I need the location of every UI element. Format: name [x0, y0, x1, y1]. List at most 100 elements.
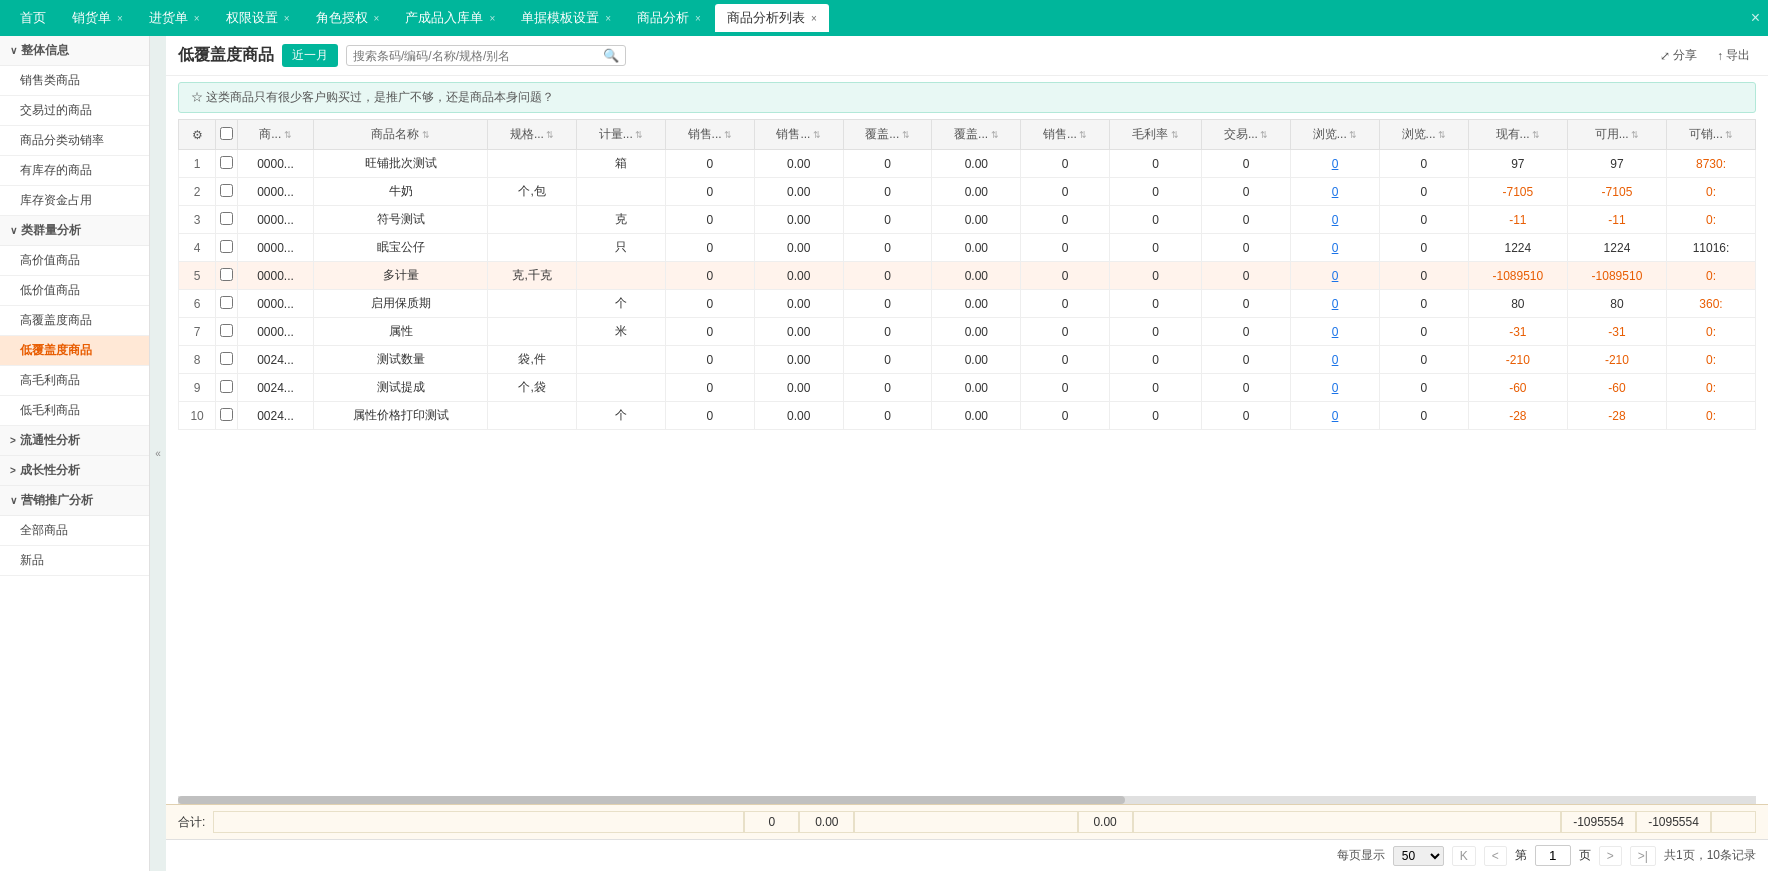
row-select-checkbox[interactable] — [220, 380, 233, 393]
tab-goods-analysis[interactable]: 商品分析 × — [625, 4, 713, 32]
col-stock1[interactable]: 现有... — [1468, 120, 1567, 150]
sidebar-item-high-value[interactable]: 高价值商品 — [0, 246, 149, 276]
close-icon[interactable]: × — [605, 13, 611, 24]
col-stock2[interactable]: 可用... — [1567, 120, 1666, 150]
row-checkbox[interactable] — [216, 374, 238, 402]
row-browse1[interactable]: 0 — [1291, 262, 1380, 290]
close-icon[interactable]: × — [117, 13, 123, 24]
row-select-checkbox[interactable] — [220, 268, 233, 281]
row-checkbox[interactable] — [216, 206, 238, 234]
row-browse1[interactable]: 0 — [1291, 234, 1380, 262]
sidebar-collapse-button[interactable]: « — [150, 36, 166, 871]
tab-sales[interactable]: 销货单 × — [60, 4, 135, 32]
data-table-container[interactable]: ⚙ 商... 商品名称 规格... 计量... 销售... 销售... 覆盖..… — [166, 119, 1768, 796]
sidebar-item-traded-goods[interactable]: 交易过的商品 — [0, 96, 149, 126]
last-page-button[interactable]: >| — [1630, 846, 1656, 866]
close-icon[interactable]: × — [194, 13, 200, 24]
row-select-checkbox[interactable] — [220, 156, 233, 169]
tab-permissions[interactable]: 权限设置 × — [214, 4, 302, 32]
close-icon[interactable]: × — [374, 13, 380, 24]
share-button[interactable]: ⤢ 分享 — [1654, 44, 1703, 67]
row-select-checkbox[interactable] — [220, 296, 233, 309]
row-checkbox[interactable] — [216, 318, 238, 346]
horizontal-scrollbar[interactable] — [178, 796, 1756, 804]
row-checkbox[interactable] — [216, 346, 238, 374]
col-gross[interactable]: 毛利率 — [1110, 120, 1202, 150]
row-select-checkbox[interactable] — [220, 324, 233, 337]
row-select-checkbox[interactable] — [220, 212, 233, 225]
sidebar-section-marketing[interactable]: ∨ 营销推广分析 — [0, 486, 149, 516]
tab-goods-analysis-list[interactable]: 商品分析列表 × — [715, 4, 829, 32]
sidebar-item-high-coverage[interactable]: 高覆盖度商品 — [0, 306, 149, 336]
sidebar-item-stock-goods[interactable]: 有库存的商品 — [0, 156, 149, 186]
search-icon[interactable]: 🔍 — [603, 48, 619, 63]
col-sales2[interactable]: 销售... — [754, 120, 843, 150]
row-checkbox[interactable] — [216, 234, 238, 262]
page-size-select[interactable]: 50 20 100 — [1393, 846, 1444, 866]
sidebar-item-low-coverage[interactable]: 低覆盖度商品 — [0, 336, 149, 366]
sidebar-section-flow[interactable]: > 流通性分析 — [0, 426, 149, 456]
row-select-checkbox[interactable] — [220, 352, 233, 365]
sidebar-section-growth[interactable]: > 成长性分析 — [0, 456, 149, 486]
sidebar-item-high-profit[interactable]: 高毛利商品 — [0, 366, 149, 396]
tab-home[interactable]: 首页 — [8, 4, 58, 32]
row-cover1: 0 — [843, 318, 932, 346]
col-checkbox[interactable] — [216, 120, 238, 150]
sidebar-item-sales-goods[interactable]: 销售类商品 — [0, 66, 149, 96]
col-browse1[interactable]: 浏览... — [1291, 120, 1380, 150]
prev-page-button[interactable]: < — [1484, 846, 1507, 866]
row-browse1[interactable]: 0 — [1291, 150, 1380, 178]
tab-purchase[interactable]: 进货单 × — [137, 4, 212, 32]
sidebar-item-low-value[interactable]: 低价值商品 — [0, 276, 149, 306]
close-icon[interactable]: × — [695, 13, 701, 24]
col-cover2[interactable]: 覆盖... — [932, 120, 1021, 150]
row-checkbox[interactable] — [216, 150, 238, 178]
col-name[interactable]: 商品名称 — [313, 120, 487, 150]
close-icon[interactable]: × — [811, 13, 817, 24]
row-select-checkbox[interactable] — [220, 184, 233, 197]
row-browse1[interactable]: 0 — [1291, 206, 1380, 234]
col-sales3[interactable]: 销售... — [1021, 120, 1110, 150]
tab-template[interactable]: 单据模板设置 × — [509, 4, 623, 32]
row-browse1[interactable]: 0 — [1291, 346, 1380, 374]
col-sales1[interactable]: 销售... — [665, 120, 754, 150]
row-checkbox[interactable] — [216, 402, 238, 430]
col-cover1[interactable]: 覆盖... — [843, 120, 932, 150]
col-trade[interactable]: 交易... — [1202, 120, 1291, 150]
sidebar-item-category-rate[interactable]: 商品分类动销率 — [0, 126, 149, 156]
row-browse1[interactable]: 0 — [1291, 178, 1380, 206]
sidebar-section-cluster[interactable]: ∨ 类群量分析 — [0, 216, 149, 246]
row-checkbox[interactable] — [216, 290, 238, 318]
col-unit[interactable]: 计量... — [577, 120, 666, 150]
sidebar-item-low-profit[interactable]: 低毛利商品 — [0, 396, 149, 426]
close-icon[interactable]: × — [489, 13, 495, 24]
col-settings[interactable]: ⚙ — [179, 120, 216, 150]
sidebar-item-all-goods[interactable]: 全部商品 — [0, 516, 149, 546]
row-browse1[interactable]: 0 — [1291, 290, 1380, 318]
export-button[interactable]: ↑ 导出 — [1711, 44, 1756, 67]
row-select-checkbox[interactable] — [220, 240, 233, 253]
col-browse2[interactable]: 浏览... — [1379, 120, 1468, 150]
sidebar-item-stock-capital[interactable]: 库存资金占用 — [0, 186, 149, 216]
row-browse1[interactable]: 0 — [1291, 374, 1380, 402]
search-input[interactable] — [353, 49, 603, 63]
col-stock3[interactable]: 可销... — [1667, 120, 1756, 150]
row-browse1[interactable]: 0 — [1291, 402, 1380, 430]
sidebar-item-new-goods[interactable]: 新品 — [0, 546, 149, 576]
tab-finished-goods[interactable]: 产成品入库单 × — [393, 4, 507, 32]
row-select-checkbox[interactable] — [220, 408, 233, 421]
tab-roles[interactable]: 角色授权 × — [304, 4, 392, 32]
sidebar-section-overall[interactable]: ∨ 整体信息 — [0, 36, 149, 66]
select-all-checkbox[interactable] — [220, 127, 233, 140]
row-checkbox[interactable] — [216, 178, 238, 206]
page-number-input[interactable] — [1535, 845, 1571, 866]
row-checkbox[interactable] — [216, 262, 238, 290]
col-code[interactable]: 商... — [238, 120, 314, 150]
date-filter-button[interactable]: 近一月 — [282, 44, 338, 67]
close-icon[interactable]: × — [284, 13, 290, 24]
first-page-button[interactable]: K — [1452, 846, 1476, 866]
col-spec[interactable]: 规格... — [488, 120, 577, 150]
next-page-button[interactable]: > — [1599, 846, 1622, 866]
row-browse1[interactable]: 0 — [1291, 318, 1380, 346]
window-close-button[interactable]: × — [1751, 9, 1760, 27]
